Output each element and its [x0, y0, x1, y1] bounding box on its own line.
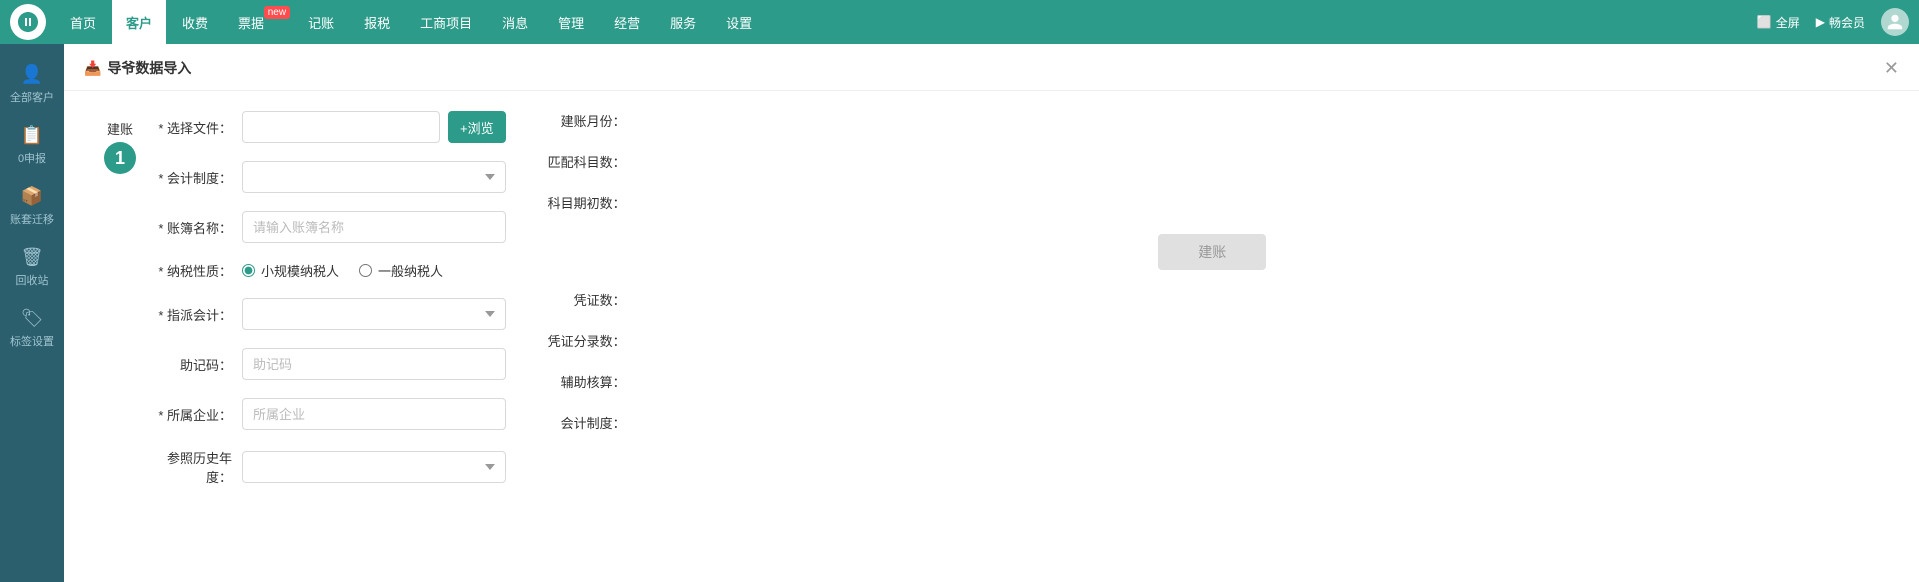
voucher-entries-label: 凭证分录数： [546, 331, 636, 350]
avatar[interactable] [1881, 8, 1909, 36]
nav-items: 首页 客户 收费 票据 new 记账 报税 工商项目 消息 管理 经营 服务 设… [56, 0, 1757, 44]
company-label: * 所属企业： [152, 405, 242, 424]
tax-radio-small[interactable] [242, 264, 255, 277]
nav-item-customer[interactable]: 客户 [112, 0, 166, 44]
right-accounting-system-row: 会计制度： [546, 413, 1879, 432]
report-icon: 📋 [21, 125, 43, 146]
build-month-label: 建账月份： [546, 111, 636, 130]
ledger-name-row: * 账簿名称： [152, 211, 506, 243]
build-month-row: 建账月份： [546, 111, 1879, 130]
nav-item-operation[interactable]: 经营 [600, 0, 654, 44]
sidebar-item-all-customers[interactable]: 👤 全部客户 [0, 54, 64, 115]
accounting-system-row: * 会计制度： [152, 161, 506, 193]
step-section: 建账 1 * 选择文件： +浏览 * 会计制度： [104, 111, 506, 504]
history-year-row: 参照历史年度： [152, 448, 506, 486]
aux-accounting-label: 辅助核算： [546, 372, 636, 391]
page-title: 📥 导爷数据导入 [84, 58, 191, 78]
tax-option-general[interactable]: 一般纳税人 [359, 261, 443, 280]
nav-item-invoice[interactable]: 票据 new [224, 0, 292, 44]
nav-item-service[interactable]: 服务 [656, 0, 710, 44]
file-row: * 选择文件： +浏览 [152, 111, 506, 143]
sidebar-item-recycle[interactable]: 🗑 回收站 [0, 237, 64, 298]
nav-item-tax[interactable]: 报税 [350, 0, 404, 44]
accountant-row: * 指派会计： [152, 298, 506, 330]
aux-accounting-row: 辅助核算： [546, 372, 1879, 391]
memo-input[interactable] [242, 348, 506, 380]
right-accounting-system-label: 会计制度： [546, 413, 636, 432]
memo-label: 助记码： [152, 355, 242, 374]
tax-radio-general[interactable] [359, 264, 372, 277]
fullscreen-btn[interactable]: ⬜ 全屏 [1757, 14, 1800, 31]
form-fields: * 选择文件： +浏览 * 会计制度： * 账簿名称： [152, 111, 506, 504]
history-year-select[interactable] [242, 451, 506, 483]
nav-item-business[interactable]: 工商项目 [406, 0, 486, 44]
file-label: * 选择文件： [152, 118, 242, 137]
voucher-row: 凭证数： [546, 290, 1879, 309]
main-content: 📥 导爷数据导入 ✕ 建账 1 * 选择文件： [64, 44, 1919, 582]
nav-right: ⬜ 全屏 ▶ 畅会员 [1757, 8, 1909, 36]
top-nav: 首页 客户 收费 票据 new 记账 报税 工商项目 消息 管理 经营 服务 设… [0, 0, 1919, 44]
match-subject-label: 匹配科目数： [546, 152, 636, 171]
file-input-area: +浏览 [242, 111, 506, 143]
step-label: 建账 [107, 111, 133, 138]
tax-option-small[interactable]: 小规模纳税人 [242, 261, 339, 280]
layout: 👤 全部客户 📋 0申报 📦 账套迁移 🗑 回收站 🏷 标签设置 📥 导爷数据导… [0, 44, 1919, 582]
import-icon: 📥 [84, 60, 101, 77]
nav-item-home[interactable]: 首页 [56, 0, 110, 44]
match-subject-row: 匹配科目数： [546, 152, 1879, 171]
history-year-label: 参照历史年度： [152, 448, 242, 486]
tax-type-row: * 纳税性质： 小规模纳税人 一般纳税人 [152, 261, 506, 280]
subject-initial-row: 科目期初数： [546, 193, 1879, 212]
nav-item-bookkeeping[interactable]: 记账 [294, 0, 348, 44]
member-btn[interactable]: ▶ 畅会员 [1816, 14, 1865, 31]
right-panel: 建账月份： 匹配科目数： 科目期初数： 建账 凭证数： [546, 111, 1879, 504]
tax-type-label: * 纳税性质： [152, 261, 242, 280]
company-input[interactable] [242, 398, 506, 430]
accounting-system-label: * 会计制度： [152, 168, 242, 187]
accountant-select[interactable] [242, 298, 506, 330]
nav-item-fee[interactable]: 收费 [168, 0, 222, 44]
form-layout: 建账 1 * 选择文件： +浏览 * 会计制度： [64, 91, 1919, 524]
build-button[interactable]: 建账 [1158, 234, 1266, 270]
file-input[interactable] [242, 111, 440, 143]
person-icon: 👤 [21, 64, 43, 85]
step-badge: 1 [104, 142, 136, 174]
subject-initial-label: 科目期初数： [546, 193, 636, 212]
sidebar-item-account-migration[interactable]: 📦 账套迁移 [0, 176, 64, 237]
sidebar-item-tags[interactable]: 🏷 标签设置 [0, 298, 64, 359]
tax-type-radio-group: 小规模纳税人 一般纳税人 [242, 261, 443, 280]
migrate-icon: 📦 [21, 186, 43, 207]
trash-icon: 🗑 [21, 247, 44, 268]
build-btn-wrap: 建账 [546, 234, 1879, 270]
nav-badge-new: new [264, 6, 290, 19]
nav-item-settings[interactable]: 设置 [712, 0, 766, 44]
sidebar: 👤 全部客户 📋 0申报 📦 账套迁移 🗑 回收站 🏷 标签设置 [0, 44, 64, 582]
accounting-system-select[interactable] [242, 161, 506, 193]
logo[interactable] [10, 4, 46, 40]
nav-item-message[interactable]: 消息 [488, 0, 542, 44]
voucher-entries-row: 凭证分录数： [546, 331, 1879, 350]
sidebar-item-zero-report[interactable]: 📋 0申报 [0, 115, 64, 176]
tag-icon: 🏷 [21, 308, 44, 329]
voucher-label: 凭证数： [546, 290, 636, 309]
browse-button[interactable]: +浏览 [448, 111, 506, 143]
memo-row: 助记码： [152, 348, 506, 380]
company-row: * 所属企业： [152, 398, 506, 430]
close-button[interactable]: ✕ [1884, 59, 1899, 77]
ledger-name-input[interactable] [242, 211, 506, 243]
page-header: 📥 导爷数据导入 ✕ [64, 44, 1919, 91]
ledger-name-label: * 账簿名称： [152, 218, 242, 237]
nav-item-manage[interactable]: 管理 [544, 0, 598, 44]
accountant-label: * 指派会计： [152, 305, 242, 324]
